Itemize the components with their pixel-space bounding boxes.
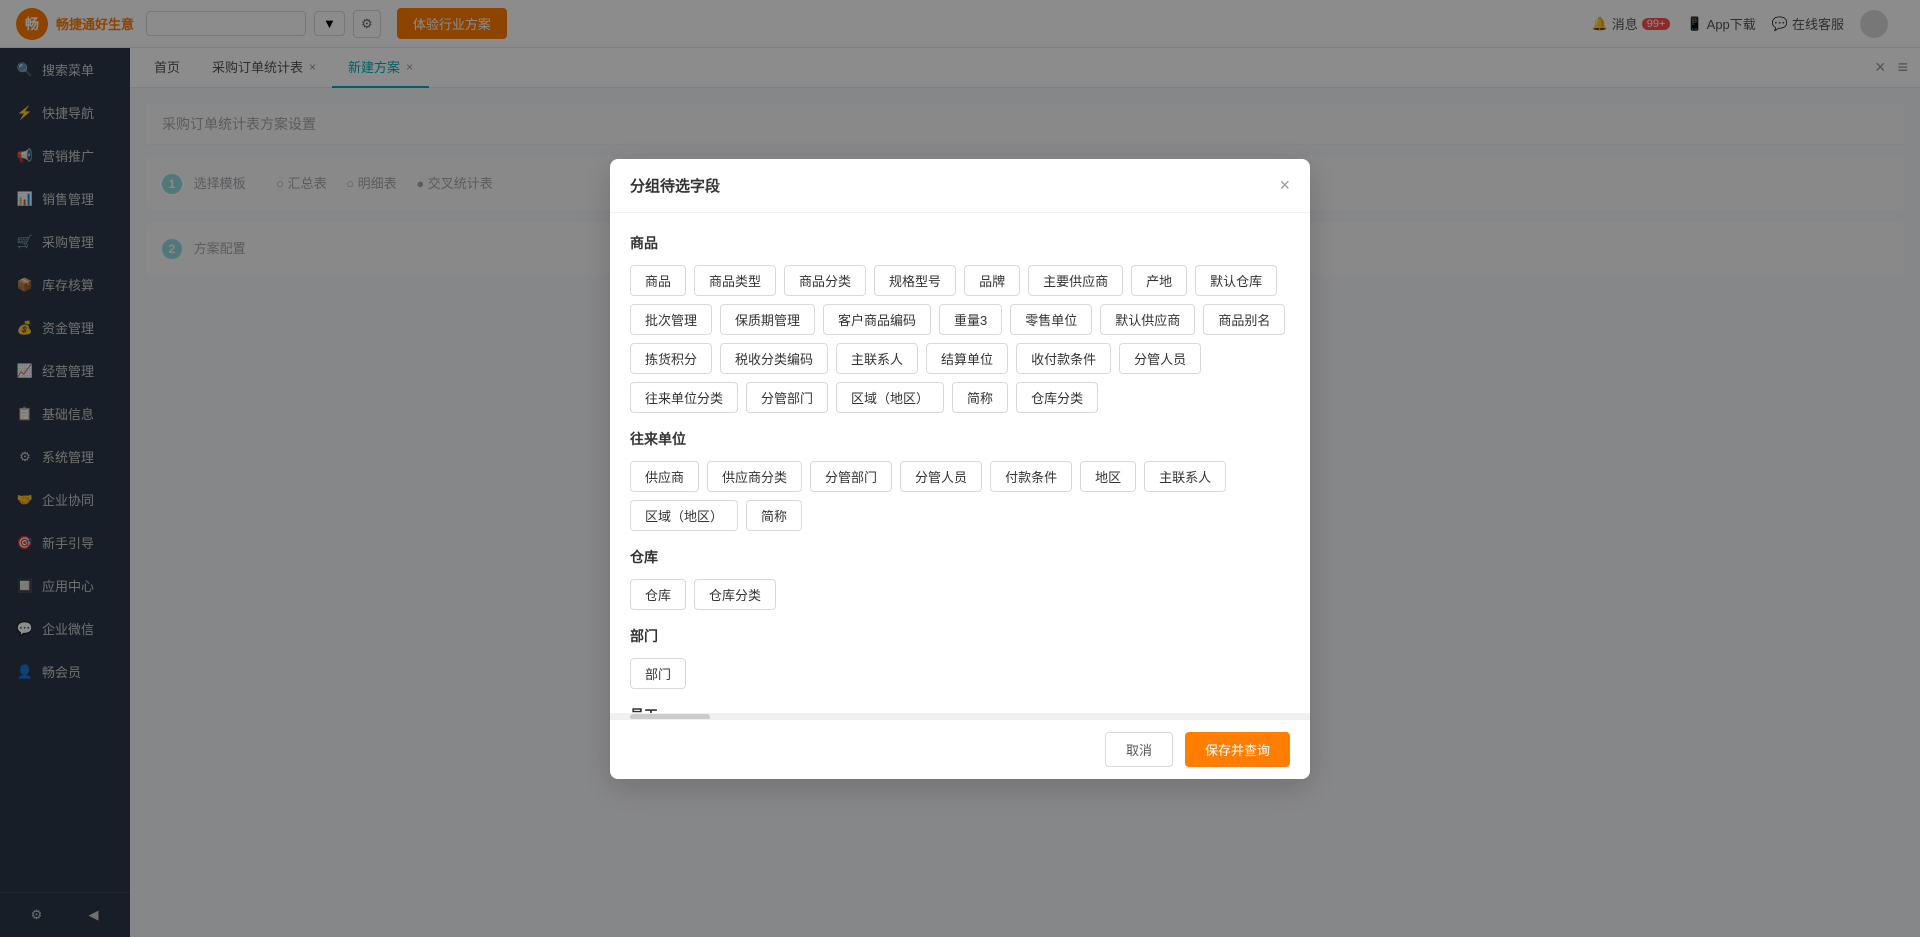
section-title-partner: 往来单位: [630, 429, 1290, 449]
field-tag-quality-mgmt[interactable]: 保质期管理: [720, 304, 815, 335]
field-tag-region2[interactable]: 区域（地区）: [630, 500, 738, 531]
field-tag-spec-model[interactable]: 规格型号: [874, 265, 956, 296]
field-tag-warehouse[interactable]: 仓库: [630, 579, 686, 610]
field-tag-supplier[interactable]: 供应商: [630, 461, 699, 492]
section-title-warehouse: 仓库: [630, 547, 1290, 567]
field-tag-default-supplier[interactable]: 默认供应商: [1100, 304, 1195, 335]
modal-close-btn[interactable]: ×: [1279, 176, 1290, 194]
modal-hscrollbar-thumb: [630, 714, 710, 719]
modal-body: 商品 商品 商品类型 商品分类 规格型号 品牌 主要供应商 产地 默认仓库 批次…: [610, 213, 1310, 713]
modal-footer: 取消 保存并查询: [610, 719, 1310, 779]
field-tag-main-supplier[interactable]: 主要供应商: [1028, 265, 1123, 296]
modal-cancel-btn[interactable]: 取消: [1105, 732, 1173, 767]
section-title-staff: 员工: [630, 705, 1290, 713]
modal-confirm-btn[interactable]: 保存并查询: [1185, 732, 1290, 767]
field-tag-main-contact[interactable]: 主联系人: [836, 343, 918, 374]
field-tag-product-category[interactable]: 商品分类: [784, 265, 866, 296]
field-tag-weight[interactable]: 重量3: [939, 304, 1002, 335]
field-tag-main-contact2[interactable]: 主联系人: [1144, 461, 1226, 492]
field-tag-dept-managed[interactable]: 分管部门: [746, 382, 828, 413]
field-tag-payment-cond[interactable]: 付款条件: [990, 461, 1072, 492]
field-tag-payment-terms[interactable]: 收付款条件: [1016, 343, 1111, 374]
field-tag-product-type[interactable]: 商品类型: [694, 265, 776, 296]
modal-overlay: 分组待选字段 × 商品 商品 商品类型 商品分类 规格型号 品牌 主要供应商 产…: [0, 0, 1920, 937]
field-tag-warehouse-cat[interactable]: 仓库分类: [1016, 382, 1098, 413]
field-tag-product[interactable]: 商品: [630, 265, 686, 296]
modal-title: 分组待选字段: [630, 175, 720, 196]
modal-header: 分组待选字段 ×: [610, 159, 1310, 213]
product-fields: 商品 商品类型 商品分类 规格型号 品牌 主要供应商 产地 默认仓库 批次管理 …: [630, 265, 1290, 413]
warehouse-fields: 仓库 仓库分类: [630, 579, 1290, 610]
section-title-product: 商品: [630, 233, 1290, 253]
field-tag-short-name[interactable]: 简称: [952, 382, 1008, 413]
field-tag-manager[interactable]: 分管人员: [1119, 343, 1201, 374]
modal-hscrollbar[interactable]: [610, 713, 1310, 719]
field-tag-pick-score[interactable]: 拣货积分: [630, 343, 712, 374]
field-tag-settlement-unit[interactable]: 结算单位: [926, 343, 1008, 374]
field-tag-manager2[interactable]: 分管人员: [900, 461, 982, 492]
field-tag-origin[interactable]: 产地: [1131, 265, 1187, 296]
dept-fields: 部门: [630, 658, 1290, 689]
field-tag-region[interactable]: 区域（地区）: [836, 382, 944, 413]
field-tag-short-name2[interactable]: 简称: [746, 500, 802, 531]
field-tag-area[interactable]: 地区: [1080, 461, 1136, 492]
field-tag-default-warehouse[interactable]: 默认仓库: [1195, 265, 1277, 296]
field-tag-customer-code[interactable]: 客户商品编码: [823, 304, 931, 335]
section-title-dept: 部门: [630, 626, 1290, 646]
field-tag-dept-managed2[interactable]: 分管部门: [810, 461, 892, 492]
partner-fields: 供应商 供应商分类 分管部门 分管人员 付款条件 地区 主联系人 区域（地区） …: [630, 461, 1290, 531]
field-tag-tax-code[interactable]: 税收分类编码: [720, 343, 828, 374]
field-tag-partner-category[interactable]: 往来单位分类: [630, 382, 738, 413]
field-tag-batch-mgmt[interactable]: 批次管理: [630, 304, 712, 335]
field-tag-dept[interactable]: 部门: [630, 658, 686, 689]
field-tag-warehouse-category[interactable]: 仓库分类: [694, 579, 776, 610]
field-tag-supplier-cat[interactable]: 供应商分类: [707, 461, 802, 492]
field-tag-retail-unit[interactable]: 零售单位: [1010, 304, 1092, 335]
field-tag-product-alias[interactable]: 商品别名: [1203, 304, 1285, 335]
field-tag-brand[interactable]: 品牌: [964, 265, 1020, 296]
modal-dialog: 分组待选字段 × 商品 商品 商品类型 商品分类 规格型号 品牌 主要供应商 产…: [610, 159, 1310, 779]
